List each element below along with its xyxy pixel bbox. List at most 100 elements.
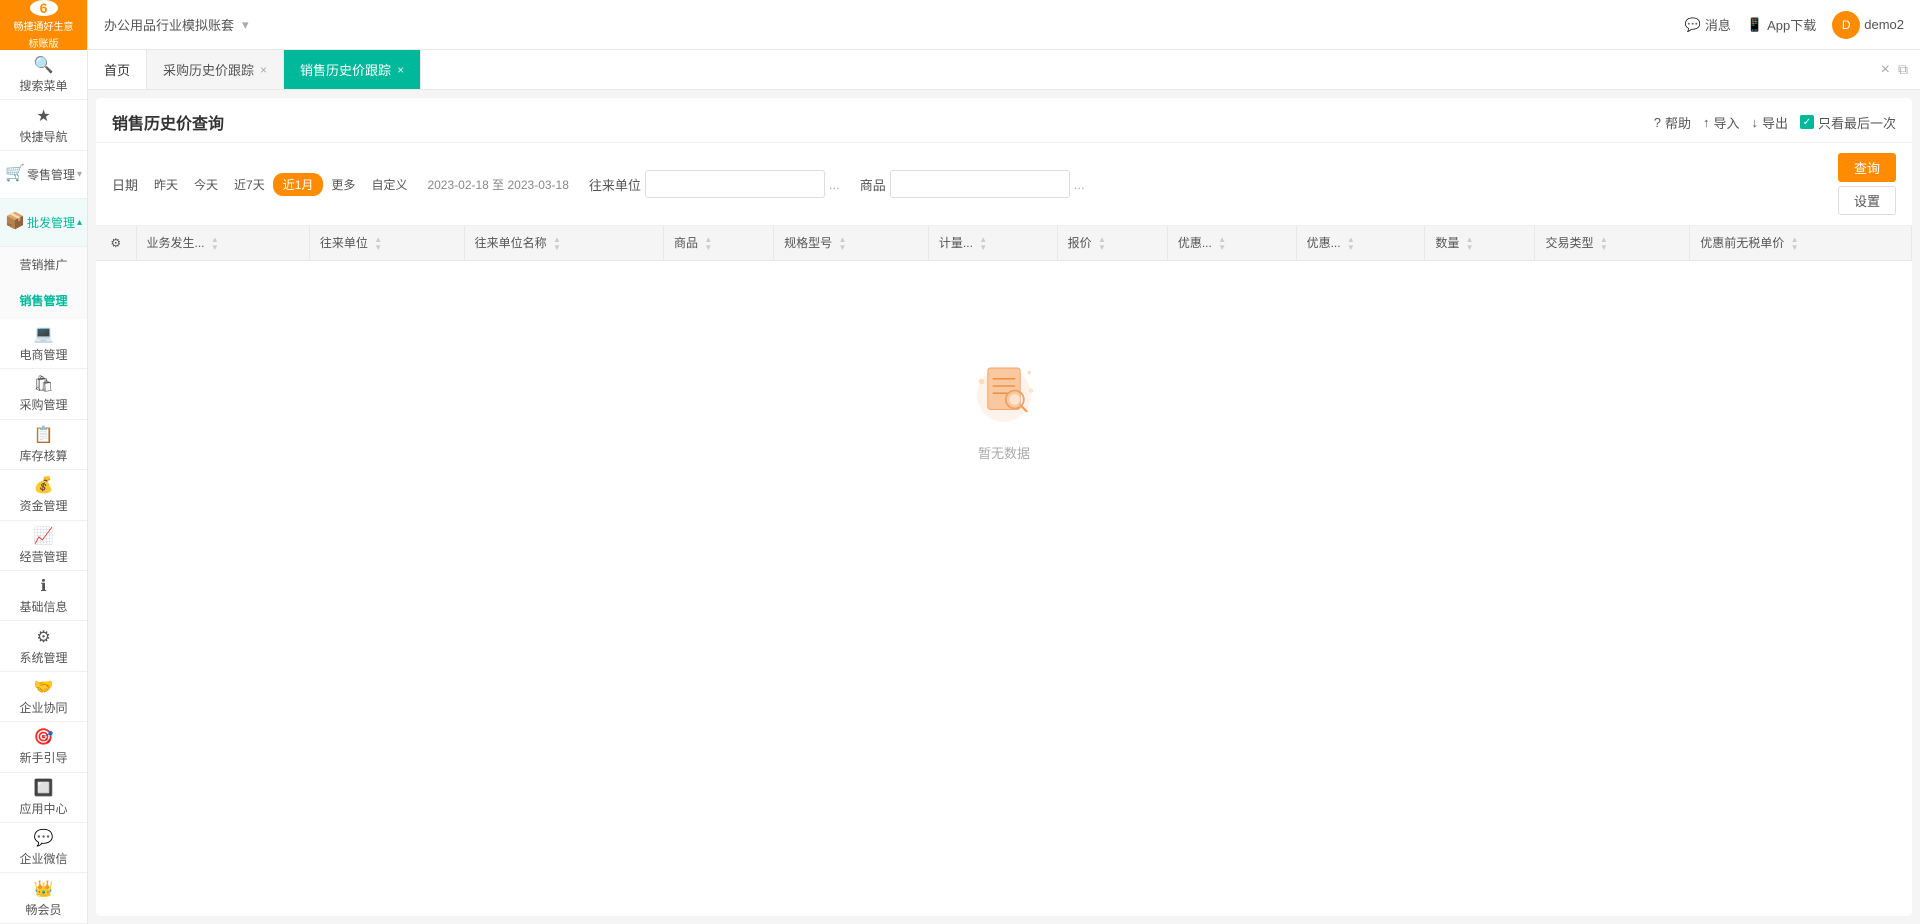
date-1month-btn[interactable]: 近1月 (273, 173, 324, 196)
sidebar-item-member[interactable]: 👑 畅会员 (0, 873, 87, 923)
info-icon: ℹ (40, 576, 46, 596)
only-last-checkbox[interactable]: ✓ (1800, 115, 1814, 129)
window-close-button[interactable]: × (1881, 61, 1890, 79)
col-price[interactable]: 报价 ▲▼ (1057, 226, 1167, 260)
app-download-button[interactable]: 📱 App下载 (1747, 15, 1816, 34)
sidebar-item-wxwork[interactable]: 💬 企业微信 (0, 823, 87, 873)
sidebar-item-system[interactable]: ⚙ 系统管理 (0, 621, 87, 671)
col-pre-tax-price[interactable]: 优惠前无税单价 ▲▼ (1690, 226, 1912, 260)
sidebar-item-sales[interactable]: 销售管理 (0, 283, 87, 319)
sidebar-item-marketing[interactable]: 营销推广 (0, 247, 87, 283)
date-today-btn[interactable]: 今天 (186, 173, 226, 196)
import-label: 导入 (1713, 113, 1739, 132)
search-icon: 🔍 (34, 55, 54, 75)
partner-input[interactable] (645, 170, 825, 198)
col-goods[interactable]: 商品 ▲▼ (664, 226, 774, 260)
sidebar-item-management-label: 经营管理 (19, 548, 67, 565)
sort-arrows-discount2: ▲▼ (1347, 236, 1355, 252)
message-button[interactable]: 💬 消息 (1685, 15, 1731, 34)
retail-icon: 🛒 (5, 163, 25, 183)
col-partner-name[interactable]: 往来单位名称 ▲▼ (464, 226, 663, 260)
sidebar-item-inventory[interactable]: 📋 库存核算 (0, 420, 87, 470)
member-icon: 👑 (34, 879, 54, 899)
tab-sales-close-icon[interactable]: × (397, 63, 404, 77)
top-bar-left: 办公用品行业模拟账套 ▾ (104, 15, 249, 34)
sidebar-item-enterprise-label: 企业协同 (19, 699, 67, 716)
sidebar-item-management[interactable]: 📈 经营管理 (0, 521, 87, 571)
sidebar-item-purchase[interactable]: 🛍 采购管理 (0, 369, 87, 419)
sidebar-item-retail[interactable]: 🛒 零售管理 ▾ (0, 151, 87, 199)
sidebar-item-search[interactable]: 🔍 搜索菜单 (0, 50, 87, 100)
ecommerce-icon: 💻 (34, 324, 54, 344)
content-area: 销售历史价查询 ? 帮助 ↑ 导入 ↓ 导出 ✓ (88, 90, 1920, 924)
sidebar-item-retail-label: 零售管理 (27, 166, 75, 183)
sort-arrows-discount1: ▲▼ (1218, 236, 1226, 252)
col-partner-code[interactable]: 往来单位 ▲▼ (309, 226, 464, 260)
query-button[interactable]: 查询 (1838, 153, 1896, 182)
col-trade-type[interactable]: 交易类型 ▲▼ (1535, 226, 1690, 260)
message-label: 消息 (1705, 15, 1731, 34)
partner-dots[interactable]: ... (829, 177, 840, 192)
col-spec[interactable]: 规格型号 ▲▼ (774, 226, 929, 260)
empty-state: 暂无数据 (96, 261, 1912, 542)
export-button[interactable]: ↓ 导出 (1751, 113, 1788, 132)
sidebar-item-finance-label: 资金管理 (19, 497, 67, 514)
partner-filter-label: 往来单位 (589, 175, 641, 194)
top-bar: 办公用品行业模拟账套 ▾ 💬 消息 📱 App下载 D demo2 (88, 0, 1920, 50)
top-bar-right: 💬 消息 📱 App下载 D demo2 (1685, 11, 1904, 39)
sidebar-item-guide-label: 新手引导 (19, 749, 67, 766)
only-last-checkbox-wrapper[interactable]: ✓ 只看最后一次 (1800, 113, 1896, 132)
col-quantity[interactable]: 数量 ▲▼ (1425, 226, 1535, 260)
window-restore-button[interactable]: ⧉ (1898, 61, 1908, 78)
tab-purchase-close-icon[interactable]: × (260, 63, 267, 77)
sidebar-item-guide[interactable]: 🎯 新手引导 (0, 722, 87, 772)
date-yesterday-btn[interactable]: 昨天 (146, 173, 186, 196)
goods-filter: 商品 ... (860, 170, 1085, 198)
col-discount2[interactable]: 优惠... ▲▼ (1296, 226, 1425, 260)
workspace-title: 办公用品行业模拟账套 (104, 15, 234, 34)
system-icon: ⚙ (36, 627, 50, 647)
sidebar-item-ecommerce[interactable]: 💻 电商管理 (0, 319, 87, 369)
sidebar: 6 畅捷通好生意 标账版 🔍 搜索菜单 ★ 快捷导航 🛒 零售管理 ▾ 📦 批发… (0, 0, 88, 924)
goods-dots[interactable]: ... (1074, 177, 1085, 192)
logo-text: 畅捷通好生意 (14, 18, 74, 33)
sidebar-item-enterprise[interactable]: 🤝 企业协同 (0, 672, 87, 722)
download-icon: 📱 (1747, 17, 1763, 33)
date-filter-row: 日期 昨天 今天 近7天 近1月 更多 自定义 2023-02-18 至 202… (112, 173, 569, 196)
date-more-btn[interactable]: 更多 (323, 173, 363, 196)
date-7days-btn[interactable]: 近7天 (226, 173, 273, 196)
import-icon: ↑ (1703, 115, 1710, 130)
table-header-row: ⚙ 业务发生... ▲▼ 往来单位 ▲▼ 往来单位名称 ▲ (96, 226, 1912, 260)
sidebar-item-appcenter[interactable]: 🔲 应用中心 (0, 773, 87, 823)
import-button[interactable]: ↑ 导入 (1703, 113, 1740, 132)
tab-home[interactable]: 首页 (88, 50, 147, 89)
sort-arrows-spec: ▲▼ (839, 236, 847, 252)
sidebar-item-member-label: 畅会员 (25, 901, 61, 918)
sidebar-item-wholesale-label: 批发管理 (27, 214, 75, 231)
inventory-icon: 📋 (34, 425, 54, 445)
col-biz-date[interactable]: 业务发生... ▲▼ (136, 226, 309, 260)
date-filter-buttons: 昨天 今天 近7天 近1月 更多 自定义 (146, 173, 415, 196)
sidebar-item-quicknav[interactable]: ★ 快捷导航 (0, 100, 87, 150)
wxwork-icon: 💬 (34, 828, 54, 848)
col-unit[interactable]: 计量... ▲▼ (928, 226, 1057, 260)
sidebar-item-finance[interactable]: 💰 资金管理 (0, 470, 87, 520)
app-download-label: App下载 (1767, 15, 1816, 34)
col-discount1[interactable]: 优惠... ▲▼ (1167, 226, 1296, 260)
avatar: D (1832, 11, 1860, 39)
user-profile-button[interactable]: D demo2 (1832, 11, 1904, 39)
sidebar-item-wholesale[interactable]: 📦 批发管理 ▴ (0, 199, 87, 247)
date-custom-btn[interactable]: 自定义 (363, 173, 415, 196)
empty-text: 暂无数据 (978, 443, 1030, 462)
col-settings[interactable]: ⚙ (96, 226, 136, 260)
help-button[interactable]: ? 帮助 (1654, 113, 1691, 132)
sidebar-item-baseinfo[interactable]: ℹ 基础信息 (0, 571, 87, 621)
setting-button[interactable]: 设置 (1838, 186, 1896, 215)
logo-icon: 6 (30, 0, 58, 16)
filter-action-buttons: 查询 设置 (1838, 153, 1896, 215)
tab-purchase-history[interactable]: 采购历史价跟踪 × (147, 50, 284, 89)
tab-sales-history[interactable]: 销售历史价跟踪 × (284, 50, 421, 89)
finance-icon: 💰 (34, 475, 54, 495)
goods-input[interactable] (890, 170, 1070, 198)
workspace-dropdown-icon[interactable]: ▾ (242, 17, 249, 33)
